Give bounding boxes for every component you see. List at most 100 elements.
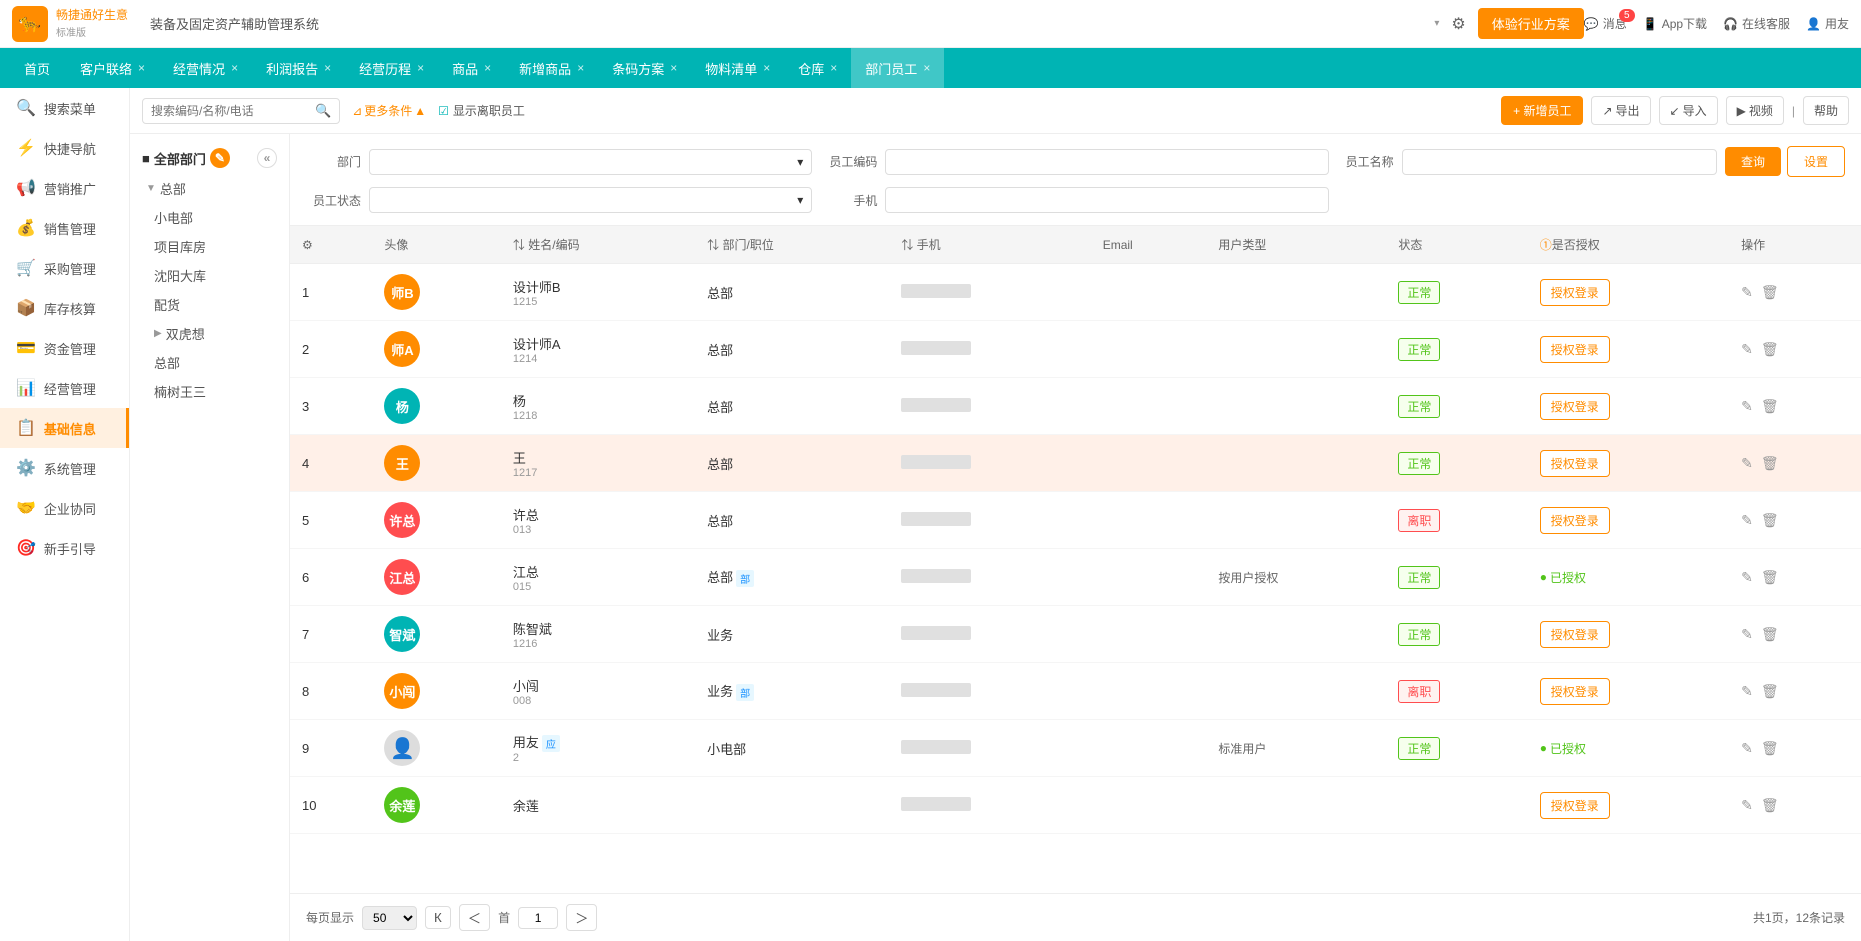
sidebar-item-guide[interactable]: 🎯 新手引导	[0, 528, 129, 568]
dept-node-xiaodian[interactable]: 小电部	[130, 203, 289, 232]
tab-close-new-goods[interactable]: ×	[577, 61, 584, 75]
sidebar-item-sales[interactable]: 💰 销售管理	[0, 208, 129, 248]
sidebar-item-finance[interactable]: 💳 资金管理	[0, 328, 129, 368]
tab-customer[interactable]: 客户联络 ×	[66, 48, 159, 88]
dept-node-project[interactable]: 项目库房	[130, 232, 289, 261]
more-conditions-button[interactable]: ⊿ 更多条件 ▲	[352, 102, 426, 119]
search-button[interactable]: 查询	[1725, 147, 1781, 176]
emp-status-select[interactable]: ▾	[369, 187, 812, 213]
add-employee-button[interactable]: + 新增员工	[1501, 96, 1583, 125]
delete-icon[interactable]: 🗑	[1761, 512, 1779, 529]
authorize-button[interactable]: 授权登录	[1540, 792, 1610, 819]
edit-icon[interactable]: ✎	[1741, 740, 1753, 757]
edit-icon[interactable]: ✎	[1741, 512, 1753, 529]
next-page-button[interactable]: ＞	[566, 904, 597, 931]
form-settings-button[interactable]: 设置	[1787, 146, 1845, 177]
dept-node-shuanghu[interactable]: ▶双虎想	[130, 319, 289, 348]
delete-icon[interactable]: 🗑	[1761, 455, 1779, 472]
tab-close-bom[interactable]: ×	[763, 61, 770, 75]
delete-icon[interactable]: 🗑	[1761, 569, 1779, 586]
message-button[interactable]: 💬 消息 5	[1584, 15, 1627, 32]
tab-close-history[interactable]: ×	[417, 61, 424, 75]
tab-bom[interactable]: 物料清单 ×	[691, 48, 784, 88]
tab-goods[interactable]: 商品 ×	[438, 48, 505, 88]
export-button[interactable]: ↗ 导出	[1591, 96, 1650, 125]
sidebar-item-basic[interactable]: 📋 基础信息	[0, 408, 129, 448]
authorize-button[interactable]: 授权登录	[1540, 393, 1610, 420]
authorize-button[interactable]: 授权登录	[1540, 621, 1610, 648]
sidebar-item-search[interactable]: 🔍 搜索菜单	[0, 88, 129, 128]
emp-name-input[interactable]	[1402, 149, 1717, 175]
tab-barcode[interactable]: 条码方案 ×	[598, 48, 691, 88]
dept-node-nanshu[interactable]: 楠树王三	[130, 377, 289, 406]
video-button[interactable]: ▶ 视频	[1726, 96, 1784, 125]
edit-icon[interactable]: ✎	[1741, 284, 1753, 301]
edit-icon[interactable]: ✎	[1741, 797, 1753, 814]
sidebar-item-marketing[interactable]: 📢 营销推广	[0, 168, 129, 208]
sidebar-item-collab[interactable]: 🤝 企业协同	[0, 488, 129, 528]
delete-icon[interactable]: 🗑	[1761, 626, 1779, 643]
page-number-input[interactable]	[518, 907, 558, 929]
user-menu[interactable]: 👤 用友	[1806, 15, 1849, 32]
tab-close-profit[interactable]: ×	[324, 61, 331, 75]
edit-icon[interactable]: ✎	[1741, 569, 1753, 586]
authorize-button[interactable]: 授权登录	[1540, 336, 1610, 363]
edit-icon[interactable]: ✎	[1741, 626, 1753, 643]
tab-close-customer[interactable]: ×	[138, 61, 145, 75]
authorize-button[interactable]: 授权登录	[1540, 450, 1610, 477]
phone-input[interactable]	[885, 187, 1328, 213]
sidebar-item-mgmt[interactable]: 📊 经营管理	[0, 368, 129, 408]
delete-icon[interactable]: 🗑	[1761, 740, 1779, 757]
prev-page-button[interactable]: ＜	[459, 904, 490, 931]
experience-button[interactable]: 体验行业方案	[1478, 8, 1584, 39]
edit-icon[interactable]: ✎	[1741, 398, 1753, 415]
sidebar-item-purchase[interactable]: 🛒 采购管理	[0, 248, 129, 288]
first-page-button[interactable]: К	[425, 906, 451, 929]
sidebar-item-system[interactable]: ⚙️ 系统管理	[0, 448, 129, 488]
tab-close-barcode[interactable]: ×	[670, 61, 677, 75]
dept-node-shenyang[interactable]: 沈阳大库	[130, 261, 289, 290]
show-resigned-checkbox[interactable]: ☑ 显示离职员工	[438, 102, 525, 119]
sidebar-item-inventory[interactable]: 📦 库存核算	[0, 288, 129, 328]
dept-edit-button[interactable]: ✎	[210, 148, 230, 168]
delete-icon[interactable]: 🗑	[1761, 341, 1779, 358]
edit-icon[interactable]: ✎	[1741, 341, 1753, 358]
tab-close-goods[interactable]: ×	[484, 61, 491, 75]
dept-node-peihuo[interactable]: 配货	[130, 290, 289, 319]
help-button[interactable]: 帮助	[1803, 96, 1849, 125]
import-button[interactable]: ↙ 导入	[1659, 96, 1718, 125]
delete-icon[interactable]: 🗑	[1761, 797, 1779, 814]
tab-history[interactable]: 经营历程 ×	[345, 48, 438, 88]
tab-employees[interactable]: 部门员工 ×	[851, 48, 944, 88]
authorize-button[interactable]: 授权登录	[1540, 507, 1610, 534]
col-name[interactable]: ⇅ 姓名/编码	[501, 226, 695, 264]
dept-node-root[interactable]: ▼总部	[130, 174, 289, 203]
authorize-button[interactable]: 授权登录	[1540, 279, 1610, 306]
col-settings[interactable]: ⚙	[290, 226, 372, 264]
per-page-select[interactable]: 50 100	[362, 906, 417, 930]
settings-icon[interactable]: ⚙	[1451, 14, 1465, 34]
dept-collapse-button[interactable]: «	[257, 148, 277, 168]
app-download-button[interactable]: 📱 App下载	[1643, 15, 1707, 32]
tab-operation[interactable]: 经营情况 ×	[159, 48, 252, 88]
system-title-dropdown[interactable]: ▾	[1434, 18, 1439, 29]
delete-icon[interactable]: 🗑	[1761, 284, 1779, 301]
edit-icon[interactable]: ✎	[1741, 683, 1753, 700]
col-phone[interactable]: ⇅ 手机	[889, 226, 1090, 264]
tab-profit[interactable]: 利润报告 ×	[252, 48, 345, 88]
tab-close-warehouse[interactable]: ×	[830, 61, 837, 75]
tab-warehouse[interactable]: 仓库 ×	[784, 48, 851, 88]
dept-select[interactable]: ▾	[369, 149, 812, 175]
tab-close-operation[interactable]: ×	[231, 61, 238, 75]
tab-close-employees[interactable]: ×	[923, 61, 930, 75]
emp-code-input[interactable]	[885, 149, 1328, 175]
dept-node-zongbu[interactable]: 总部	[130, 348, 289, 377]
tab-home[interactable]: 首页	[8, 48, 66, 88]
delete-icon[interactable]: 🗑	[1761, 683, 1779, 700]
sidebar-item-quicknav[interactable]: ⚡ 快捷导航	[0, 128, 129, 168]
delete-icon[interactable]: 🗑	[1761, 398, 1779, 415]
col-dept[interactable]: ⇅ 部门/职位	[695, 226, 889, 264]
search-input[interactable]	[151, 104, 311, 118]
online-service-button[interactable]: 🎧 在线客服	[1723, 15, 1790, 32]
edit-icon[interactable]: ✎	[1741, 455, 1753, 472]
